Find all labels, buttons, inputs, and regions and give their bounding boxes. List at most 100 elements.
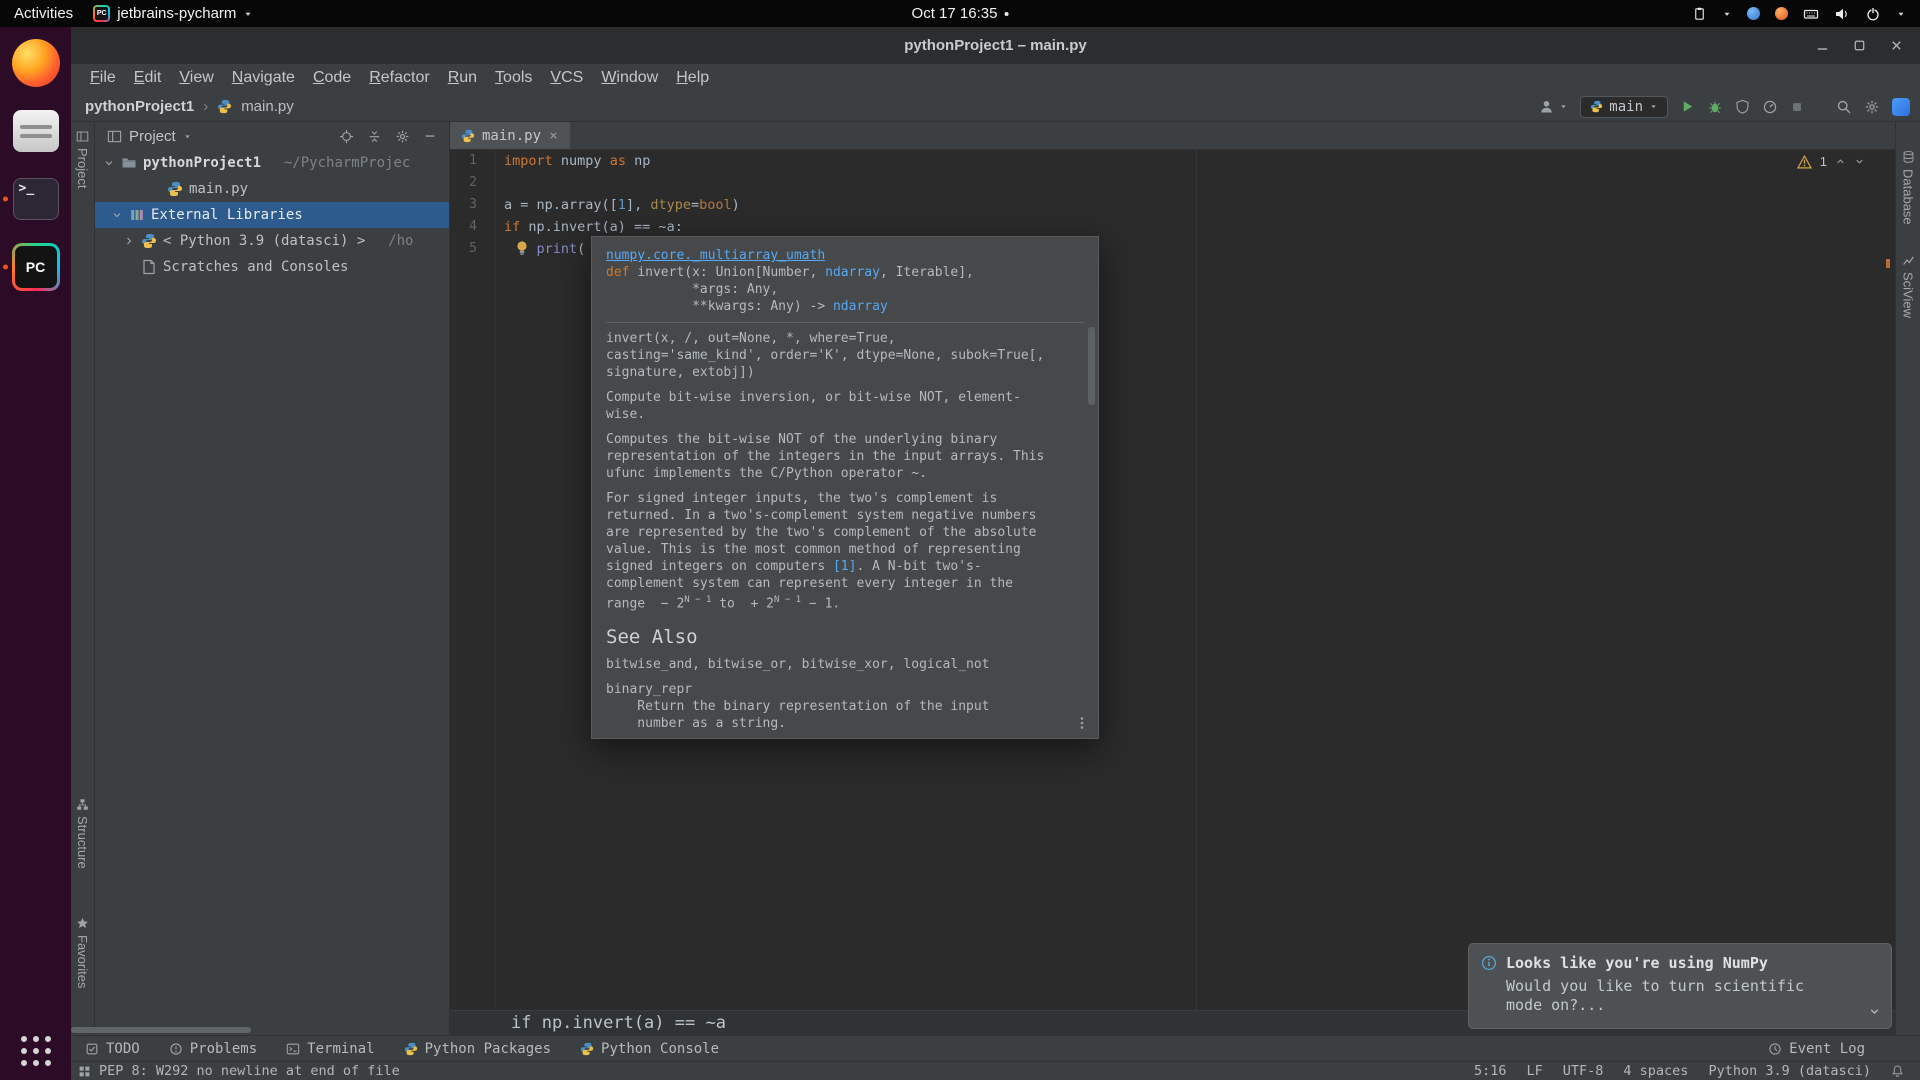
maximize-button[interactable] — [1852, 38, 1867, 53]
indicator-orange-icon[interactable] — [1775, 7, 1788, 20]
inspection-widget[interactable]: 1 — [1796, 154, 1865, 169]
project-panel: Project pythonProject1 ~/PycharmProjec ma… — [95, 122, 450, 1035]
tool-stripe-project[interactable]: Project — [71, 130, 94, 188]
panel-settings-gear-icon[interactable] — [395, 129, 410, 144]
menu-code[interactable]: Code — [304, 65, 360, 91]
code-line[interactable] — [504, 172, 1895, 194]
error-stripe-mark[interactable] — [1886, 259, 1890, 268]
dock-firefox-button[interactable] — [0, 35, 71, 91]
breadcrumb-file[interactable]: main.py — [241, 98, 294, 115]
menu-view[interactable]: View — [170, 65, 222, 91]
settings-gear-icon[interactable] — [1864, 99, 1880, 115]
stop-button[interactable] — [1790, 100, 1804, 114]
code-line[interactable]: a = np.array([1], dtype=bool) — [504, 194, 1895, 216]
dock-files-button[interactable] — [0, 103, 71, 159]
status-item-utf-8[interactable]: UTF-8 — [1563, 1063, 1604, 1079]
clock[interactable]: Oct 17 16:35 — [912, 5, 1009, 22]
intention-bulb-icon[interactable] — [515, 240, 529, 257]
editor-gutter[interactable]: 12345 — [450, 150, 496, 1010]
status-item-4-spaces[interactable]: 4 spaces — [1623, 1063, 1688, 1079]
search-icon[interactable] — [1836, 99, 1852, 115]
tool-button-todo[interactable]: TODO — [85, 1041, 140, 1057]
chevron-right-icon — [123, 235, 135, 247]
tool-button-python-packages[interactable]: Python Packages — [404, 1041, 551, 1057]
gutter-line-number[interactable]: 4 — [450, 216, 495, 238]
chevron-down-icon[interactable] — [1854, 156, 1865, 167]
tree-item-external-libraries[interactable]: External Libraries — [95, 202, 449, 228]
expand-chevron-down-icon[interactable] — [1868, 1005, 1881, 1018]
doc-link[interactable]: ndarray — [833, 299, 888, 314]
close-tab-icon[interactable] — [548, 130, 559, 141]
app-menu-button[interactable]: PC jetbrains-pycharm — [93, 5, 253, 22]
tree-item-scratches-consoles[interactable]: Scratches and Consoles — [95, 254, 449, 280]
clipboard-indicator-icon[interactable] — [1692, 6, 1707, 21]
activities-button[interactable]: Activities — [14, 5, 73, 22]
code-line[interactable]: if np.invert(a) == ~a: — [504, 216, 1895, 238]
volume-icon[interactable] — [1834, 6, 1850, 22]
tool-stripe-favorites[interactable]: Favorites — [71, 917, 94, 988]
menu-refactor[interactable]: Refactor — [360, 65, 438, 91]
tool-stripe-database[interactable]: Database — [1896, 150, 1920, 225]
menu-run[interactable]: Run — [439, 65, 486, 91]
doc-link[interactable]: ndarray — [825, 265, 880, 280]
status-window-icon[interactable] — [78, 1065, 91, 1078]
dock-pycharm-button[interactable]: PC — [0, 239, 71, 295]
status-item-python-3-9-datasci[interactable]: Python 3.9 (datasci) — [1708, 1063, 1871, 1079]
popup-scrollbar[interactable] — [1088, 327, 1095, 405]
menu-vcs[interactable]: VCS — [541, 65, 592, 91]
status-item-5-16[interactable]: 5:16 — [1474, 1063, 1507, 1079]
tree-item-python-interpreter[interactable]: < Python 3.9 (datasci) > /ho — [95, 228, 449, 254]
dock-terminal-button[interactable]: >_ — [0, 171, 71, 227]
tool-stripe-sciview[interactable]: SciView — [1896, 254, 1920, 318]
gutter-line-number[interactable]: 2 — [450, 172, 495, 194]
run-button[interactable] — [1680, 99, 1695, 114]
show-applications-button[interactable] — [20, 1036, 51, 1066]
tool-button-python-console[interactable]: Python Console — [580, 1041, 719, 1057]
menu-edit[interactable]: Edit — [125, 65, 171, 91]
tool-stripe-structure[interactable]: Structure — [71, 798, 94, 869]
chevron-down-icon — [103, 157, 115, 169]
debug-button[interactable] — [1707, 99, 1723, 115]
gutter-line-number[interactable]: 1 — [450, 150, 495, 172]
tree-item-project-root[interactable]: pythonProject1 ~/PycharmProjec — [95, 150, 449, 176]
tool-button-terminal[interactable]: Terminal — [286, 1041, 375, 1057]
doc-link[interactable]: [1] — [833, 559, 856, 574]
menu-navigate[interactable]: Navigate — [223, 65, 304, 91]
menu-window[interactable]: Window — [592, 65, 667, 91]
menu-file[interactable]: File — [81, 65, 125, 91]
project-panel-title[interactable]: Project — [129, 128, 176, 145]
notification-body[interactable]: Would you like to turn scientific mode o… — [1481, 977, 1879, 1015]
bell-icon[interactable] — [1891, 1064, 1904, 1078]
code-line[interactable]: import numpy as np — [504, 150, 1895, 172]
tool-button-problems[interactable]: Problems — [169, 1041, 257, 1057]
collapse-all-button[interactable] — [367, 129, 382, 144]
tab-main-py[interactable]: main.py — [450, 122, 571, 149]
app-menu-label: jetbrains-pycharm — [117, 5, 237, 22]
profile-button[interactable] — [1538, 99, 1568, 115]
close-button[interactable] — [1889, 38, 1904, 53]
breadcrumb-project[interactable]: pythonProject1 — [85, 98, 194, 115]
chevron-up-icon[interactable] — [1835, 156, 1846, 167]
power-icon[interactable] — [1865, 6, 1881, 22]
gutter-line-number[interactable]: 5 — [450, 238, 495, 260]
project-panel-hscrollbar[interactable] — [71, 1027, 251, 1033]
tree-item-main-py[interactable]: main.py — [95, 176, 449, 202]
hide-panel-button[interactable] — [423, 129, 437, 143]
indicator-blue-icon[interactable] — [1747, 7, 1760, 20]
keyboard-indicator-icon[interactable] — [1803, 6, 1819, 22]
menu-help[interactable]: Help — [667, 65, 718, 91]
doc-link[interactable]: numpy.core._multiarray_umath — [606, 248, 825, 263]
gutter-line-number[interactable]: 3 — [450, 194, 495, 216]
window-titlebar[interactable]: pythonProject1 – main.py — [71, 27, 1920, 64]
profiler-button[interactable] — [1762, 99, 1778, 115]
run-configuration-select[interactable]: main — [1580, 95, 1668, 118]
coverage-button[interactable] — [1735, 99, 1750, 115]
menu-tools[interactable]: Tools — [486, 65, 541, 91]
status-message[interactable]: PEP 8: W292 no newline at end of file — [99, 1063, 400, 1079]
minimize-button[interactable] — [1815, 38, 1830, 53]
kebab-menu-icon[interactable] — [1076, 716, 1088, 730]
event-log-button[interactable]: Event Log — [1768, 1041, 1865, 1057]
status-item-lf[interactable]: LF — [1527, 1063, 1543, 1079]
toolbar-blue-icon[interactable] — [1892, 97, 1910, 116]
locate-file-button[interactable] — [339, 129, 354, 144]
